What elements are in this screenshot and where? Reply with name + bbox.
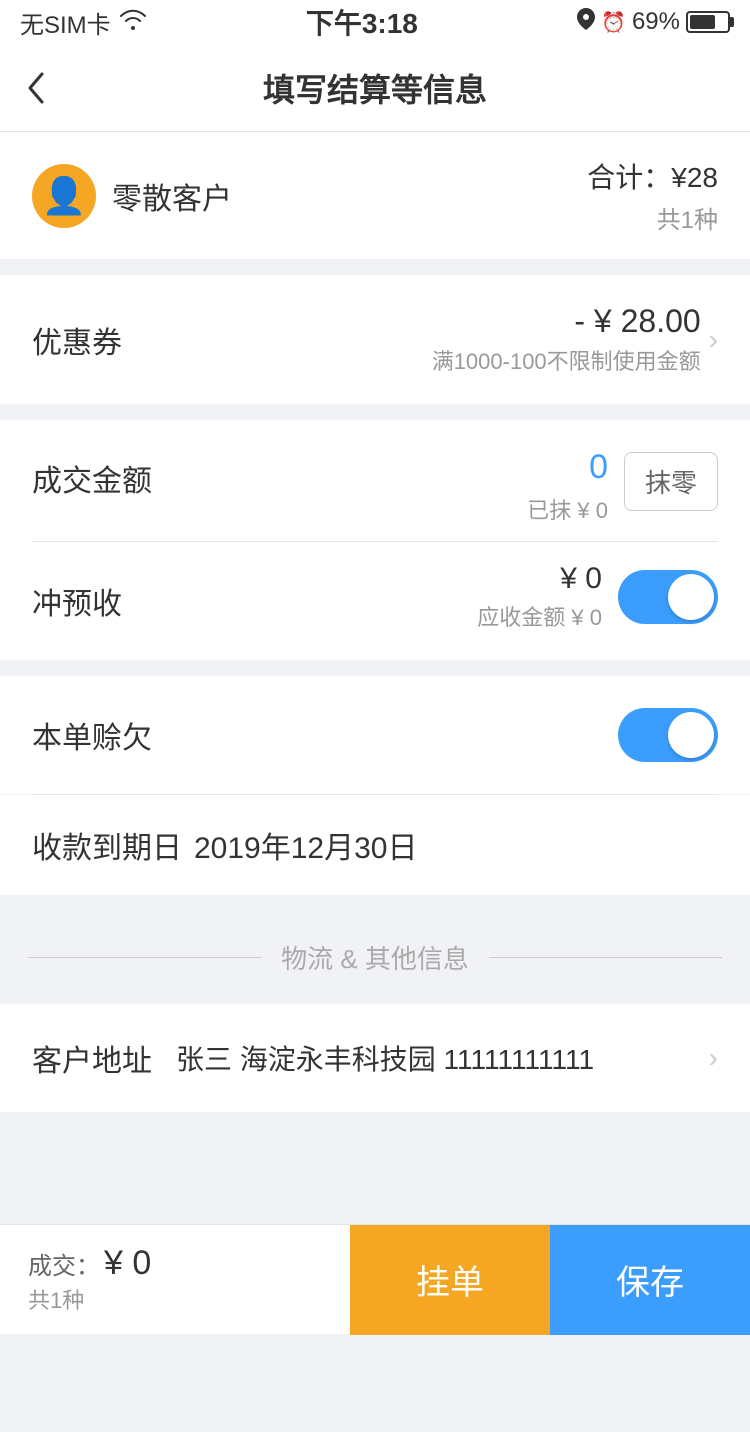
divider-1 (0, 259, 750, 275)
transaction-sub: 已抹 ¥ 0 (527, 493, 608, 525)
bottom-bar: 成交： ¥ 0 共1种 挂单 保存 (0, 1224, 750, 1334)
deal-label: 成交： (28, 1246, 100, 1281)
time-label: 下午3:18 (306, 2, 418, 42)
debit-toggle[interactable] (618, 708, 718, 762)
battery-icon (686, 11, 730, 33)
address-chevron-icon: › (709, 1042, 718, 1074)
customer-left: 👤 零散客户 (32, 164, 232, 228)
coupon-desc: 满1000-100不限制使用金额 (432, 344, 701, 376)
round-button[interactable]: 抹零 (624, 452, 718, 511)
toggle-knob (668, 574, 714, 620)
address-label: 客户地址 (32, 1036, 152, 1080)
bottom-deal-info: 成交： ¥ 0 共1种 (0, 1244, 350, 1315)
prepay-row: 冲预收 ¥ 0 应收金额 ¥ 0 (0, 542, 750, 660)
form-section: 成交金额 0 已抹 ¥ 0 抹零 冲预收 ¥ 0 应收金额 ¥ 0 (0, 420, 750, 660)
battery-percent: 69% (632, 8, 680, 36)
save-button[interactable]: 保存 (550, 1225, 750, 1335)
transaction-row: 成交金额 0 已抹 ¥ 0 抹零 (0, 420, 750, 541)
transaction-label: 成交金额 (32, 448, 152, 500)
divider-4 (0, 895, 750, 911)
prepay-toggle[interactable] (618, 570, 718, 624)
customer-summary: 合计：¥28 共1种 (587, 156, 718, 235)
total-amount: 合计：¥28 (587, 156, 718, 196)
debit-label: 本单赊欠 (32, 713, 152, 757)
transaction-value[interactable]: 0 (527, 448, 608, 487)
coupon-label: 优惠券 (32, 318, 122, 362)
hang-button[interactable]: 挂单 (350, 1225, 550, 1335)
coupon-info: - ¥ 28.00 满1000-100不限制使用金额 (432, 303, 701, 376)
coupon-right: - ¥ 28.00 满1000-100不限制使用金额 › (432, 303, 718, 376)
transaction-right: 0 已抹 ¥ 0 抹零 (527, 448, 718, 525)
customer-avatar: 👤 (32, 164, 96, 228)
logistics-section-header: 物流 & 其他信息 (0, 911, 750, 1004)
coupon-amount: - ¥ 28.00 (432, 303, 701, 340)
alarm-icon: ⏰ (601, 10, 626, 35)
due-date-row[interactable]: 收款到期日 2019年12月30日 (0, 795, 750, 895)
customer-name: 零散客户 (112, 174, 232, 218)
deal-count: 共1种 (28, 1283, 322, 1315)
wifi-icon (119, 8, 147, 37)
due-date-value: 2019年12月30日 (194, 823, 417, 867)
divider-2 (0, 404, 750, 420)
prepay-sub: 应收金额 ¥ 0 (477, 600, 602, 632)
carrier-label: 无SIM卡 (20, 5, 111, 40)
status-bar-right: ⏰ 69% (577, 8, 730, 37)
coupon-chevron-icon: › (709, 324, 718, 356)
debit-toggle-knob (668, 712, 714, 758)
amount-wrapper: 0 已抹 ¥ 0 (527, 448, 608, 525)
debit-row: 本单赊欠 (0, 676, 750, 794)
status-bar-left: 无SIM卡 (20, 5, 147, 40)
prepay-right: ¥ 0 应收金额 ¥ 0 (477, 562, 718, 632)
customer-row: 👤 零散客户 合计：¥28 共1种 (0, 132, 750, 259)
back-button[interactable] (24, 70, 48, 106)
battery-fill (690, 15, 715, 29)
prepay-amount-wrap: ¥ 0 应收金额 ¥ 0 (477, 562, 602, 632)
total-count: 共1种 (587, 200, 718, 235)
prepay-amount: ¥ 0 (477, 562, 602, 596)
logistics-line-right (489, 957, 722, 958)
page-title: 填写结算等信息 (263, 65, 487, 111)
logistics-label: 物流 & 其他信息 (261, 939, 489, 976)
divider-3 (0, 660, 750, 676)
address-value: 张三 海淀永丰科技园 11111111111 (176, 1038, 709, 1078)
deal-amount: ¥ 0 (104, 1244, 151, 1283)
nav-bar: 填写结算等信息 (0, 44, 750, 132)
coupon-row[interactable]: 优惠券 - ¥ 28.00 满1000-100不限制使用金额 › (0, 275, 750, 404)
address-row[interactable]: 客户地址 张三 海淀永丰科技园 11111111111 › (0, 1004, 750, 1112)
logistics-line-left (28, 957, 261, 958)
status-bar: 无SIM卡 下午3:18 ⏰ 69% (0, 0, 750, 44)
location-icon (577, 8, 595, 37)
due-date-label: 收款到期日 (32, 823, 182, 867)
prepay-label: 冲预收 (32, 571, 122, 623)
